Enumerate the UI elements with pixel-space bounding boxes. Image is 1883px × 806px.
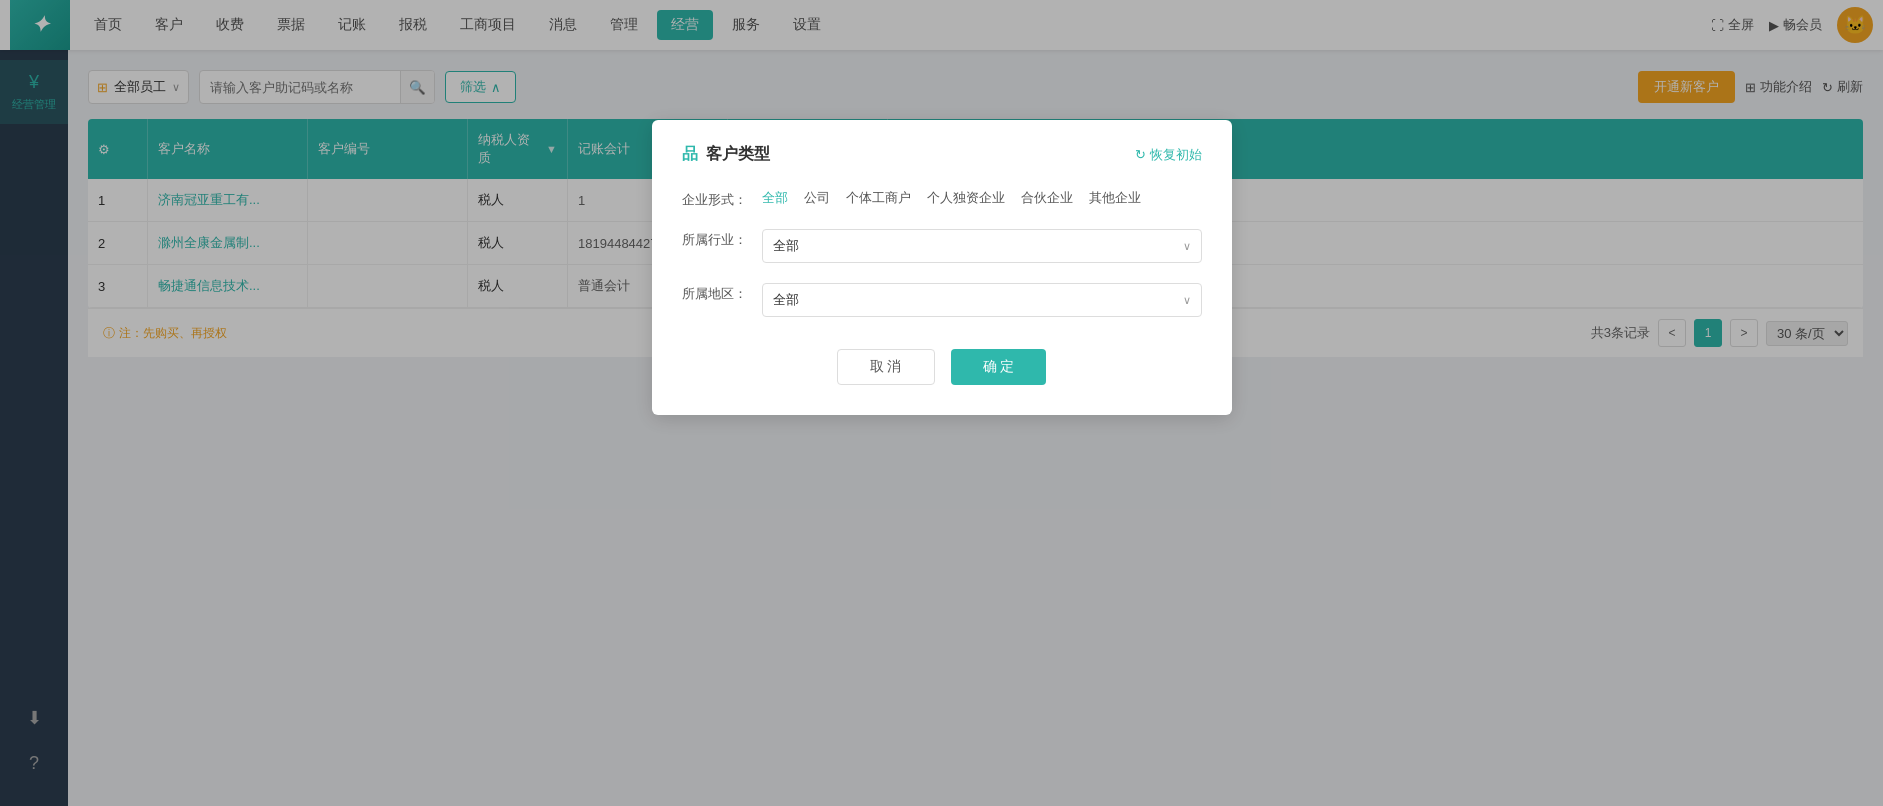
region-value: 全部 ∨ [762, 283, 1202, 317]
confirm-button[interactable]: 确 定 [951, 349, 1047, 385]
region-select-value: 全部 [773, 291, 799, 309]
modal-title-icon: 品 [682, 144, 698, 165]
modal-title: 品 客户类型 [682, 144, 770, 165]
modal-overlay[interactable]: 品 客户类型 ↻ 恢复初始 企业形式： 全部 公司 个体工商户 个人独资企业 合… [0, 0, 1883, 806]
etype-individual[interactable]: 个体工商户 [846, 189, 911, 207]
etype-sole[interactable]: 个人独资企业 [927, 189, 1005, 207]
etype-other[interactable]: 其他企业 [1089, 189, 1141, 207]
enterprise-types: 全部 公司 个体工商户 个人独资企业 合伙企业 其他企业 [762, 189, 1202, 207]
industry-select[interactable]: 全部 ∨ [762, 229, 1202, 263]
industry-arrow-icon: ∨ [1183, 240, 1191, 253]
etype-partnership[interactable]: 合伙企业 [1021, 189, 1073, 207]
region-field: 所属地区： 全部 ∨ [682, 283, 1202, 317]
etype-company[interactable]: 公司 [804, 189, 830, 207]
enterprise-field: 企业形式： 全部 公司 个体工商户 个人独资企业 合伙企业 其他企业 [682, 189, 1202, 209]
industry-value: 全部 ∨ [762, 229, 1202, 263]
modal-footer: 取 消 确 定 [682, 349, 1202, 385]
filter-modal: 品 客户类型 ↻ 恢复初始 企业形式： 全部 公司 个体工商户 个人独资企业 合… [652, 120, 1232, 415]
industry-field: 所属行业： 全部 ∨ [682, 229, 1202, 263]
region-select[interactable]: 全部 ∨ [762, 283, 1202, 317]
reset-icon: ↻ [1135, 147, 1146, 162]
modal-reset-button[interactable]: ↻ 恢复初始 [1135, 146, 1202, 164]
region-label: 所属地区： [682, 283, 762, 303]
modal-title-text: 客户类型 [706, 144, 770, 165]
industry-select-value: 全部 [773, 237, 799, 255]
region-arrow-icon: ∨ [1183, 294, 1191, 307]
modal-reset-label: 恢复初始 [1150, 146, 1202, 164]
modal-title-row: 品 客户类型 ↻ 恢复初始 [682, 144, 1202, 165]
cancel-button[interactable]: 取 消 [837, 349, 935, 385]
enterprise-label: 企业形式： [682, 189, 762, 209]
enterprise-value: 全部 公司 个体工商户 个人独资企业 合伙企业 其他企业 [762, 189, 1202, 207]
industry-label: 所属行业： [682, 229, 762, 249]
etype-all[interactable]: 全部 [762, 189, 788, 207]
